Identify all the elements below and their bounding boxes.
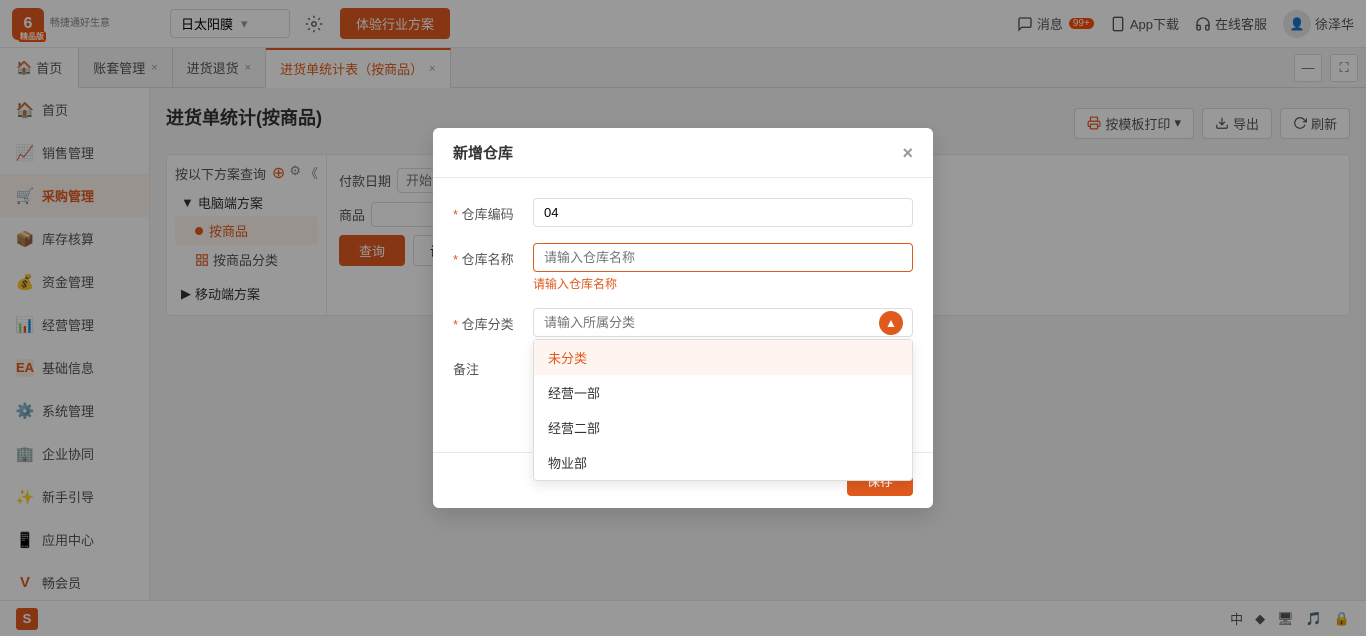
modal-title: 新增仓库 xyxy=(453,142,513,163)
name-control: 请输入仓库名称 xyxy=(533,243,913,292)
category-option-unclassified[interactable]: 未分类 xyxy=(534,340,912,375)
category-field-row: 仓库分类 ▲ 未分类 经营一部 经营二部 物业部 xyxy=(453,308,913,337)
category-option-dept2[interactable]: 经营二部 xyxy=(534,410,912,445)
code-input[interactable] xyxy=(533,198,913,227)
name-label: 仓库名称 xyxy=(453,243,533,268)
modal-header: 新增仓库 × xyxy=(433,128,933,178)
category-option-dept1[interactable]: 经营一部 xyxy=(534,375,912,410)
code-field-row: 仓库编码 xyxy=(453,198,913,227)
category-input[interactable] xyxy=(533,308,913,337)
code-label: 仓库编码 xyxy=(453,198,533,223)
code-control xyxy=(533,198,913,227)
remark-label: 备注 xyxy=(453,353,533,378)
category-label: 仓库分类 xyxy=(453,308,533,333)
name-input[interactable] xyxy=(533,243,913,272)
category-control: ▲ 未分类 经营一部 经营二部 物业部 xyxy=(533,308,913,337)
new-warehouse-modal: 新增仓库 × 仓库编码 仓库名称 请输入仓库名称 仓库分类 xyxy=(433,128,933,508)
category-select-wrapper: ▲ 未分类 经营一部 经营二部 物业部 xyxy=(533,308,913,337)
modal-body: 仓库编码 仓库名称 请输入仓库名称 仓库分类 ▲ xyxy=(433,178,933,452)
name-field-row: 仓库名称 请输入仓库名称 xyxy=(453,243,913,292)
modal-close-btn[interactable]: × xyxy=(902,144,913,162)
name-error: 请输入仓库名称 xyxy=(533,275,913,292)
category-arrow-btn[interactable]: ▲ xyxy=(879,311,903,335)
modal-overlay[interactable]: 新增仓库 × 仓库编码 仓库名称 请输入仓库名称 仓库分类 xyxy=(0,0,1366,636)
category-option-property[interactable]: 物业部 xyxy=(534,445,912,480)
category-dropdown: 未分类 经营一部 经营二部 物业部 xyxy=(533,339,913,481)
